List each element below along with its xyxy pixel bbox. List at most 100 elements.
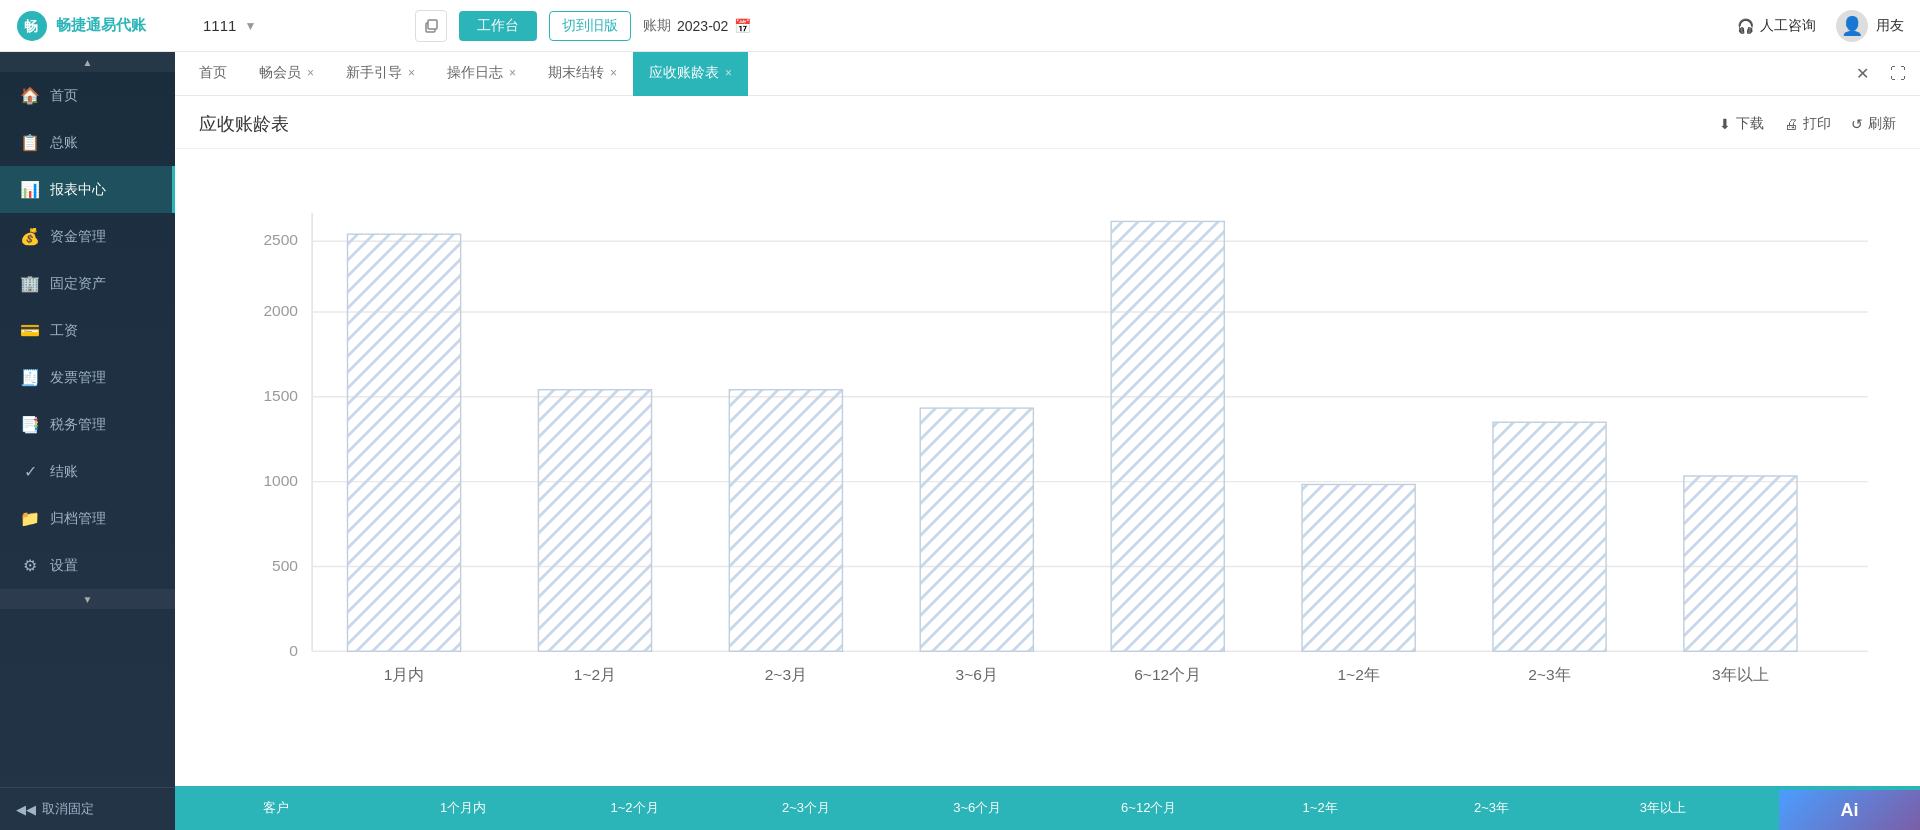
svg-rect-27 [1111, 221, 1224, 651]
sidebar-item-funds[interactable]: 💰 资金管理 [0, 213, 175, 260]
svg-text:1000: 1000 [263, 472, 298, 489]
table-header: 客户 1个月内 1~2个月 2~3个月 3~6个月 6~12个月 1~2年 2~… [175, 786, 1920, 830]
period-label: 账期 [643, 17, 671, 35]
sidebar-label-settings: 设置 [50, 557, 78, 575]
svg-text:0: 0 [289, 642, 298, 659]
sidebar-label-checkout: 结账 [50, 463, 78, 481]
company-selector[interactable]: 1111 ▼ [203, 17, 403, 34]
svg-rect-25 [920, 408, 1033, 651]
download-button[interactable]: ⬇ 下载 [1719, 115, 1764, 133]
refresh-icon: ↺ [1851, 116, 1863, 132]
consult-button[interactable]: 🎧 人工咨询 [1737, 17, 1816, 35]
svg-rect-29 [1302, 484, 1415, 651]
sidebar-item-invoice[interactable]: 🧾 发票管理 [0, 354, 175, 401]
sidebar-label-home: 首页 [50, 87, 78, 105]
tab-aging-close[interactable]: × [725, 66, 732, 80]
tab-vip-label: 畅会员 [259, 64, 301, 82]
sidebar-label-ledger: 总账 [50, 134, 78, 152]
tab-guide[interactable]: 新手引导 × [330, 52, 431, 96]
reports-icon: 📊 [20, 180, 40, 199]
tab-vip[interactable]: 畅会员 × [243, 52, 330, 96]
tax-icon: 📑 [20, 415, 40, 434]
logo-icon: 畅 [16, 10, 48, 42]
tabs-actions: ✕ ⛶ [1848, 60, 1912, 88]
tab-home-label: 首页 [199, 64, 227, 82]
expand-tab-button[interactable]: ⛶ [1884, 60, 1912, 88]
calendar-icon[interactable]: 📅 [734, 18, 751, 34]
svg-text:2000: 2000 [263, 302, 298, 319]
settings-icon: ⚙ [20, 556, 40, 575]
top-header: 畅 畅捷通易代账 1111 ▼ 工作台 切到旧版 账期 2023-02 📅 🎧 … [0, 0, 1920, 52]
workbench-button[interactable]: 工作台 [459, 11, 537, 41]
svg-rect-31 [1493, 422, 1606, 651]
svg-text:2~3年: 2~3年 [1528, 666, 1570, 683]
tab-log[interactable]: 操作日志 × [431, 52, 532, 96]
sidebar-item-ledger[interactable]: 📋 总账 [0, 119, 175, 166]
chart-area: 0 500 1000 1500 2000 2500 [175, 149, 1920, 786]
bar-chart: 0 500 1000 1500 2000 2500 [199, 165, 1896, 770]
user-area[interactable]: 👤 用友 [1836, 10, 1904, 42]
copy-button[interactable] [415, 10, 447, 42]
print-icon: 🖨 [1784, 116, 1798, 132]
page-content: 应收账龄表 ⬇ 下载 🖨 打印 ↺ 刷新 [175, 96, 1920, 830]
page-title: 应收账龄表 [199, 112, 289, 136]
sidebar-scroll-up[interactable]: ▲ [0, 52, 175, 72]
sidebar-item-salary[interactable]: 💳 工资 [0, 307, 175, 354]
svg-text:2500: 2500 [263, 231, 298, 248]
toolbar-actions: ⬇ 下载 🖨 打印 ↺ 刷新 [1719, 115, 1896, 133]
tab-aging[interactable]: 应收账龄表 × [633, 52, 748, 96]
user-name: 用友 [1876, 17, 1904, 35]
table-col-3y-plus: 3年以上 [1577, 799, 1748, 817]
download-icon: ⬇ [1719, 116, 1731, 132]
sidebar-scroll-down[interactable]: ▼ [0, 589, 175, 609]
sidebar-item-assets[interactable]: 🏢 固定资产 [0, 260, 175, 307]
svg-text:1月内: 1月内 [384, 666, 425, 683]
sidebar-label-assets: 固定资产 [50, 275, 106, 293]
tab-period-end-label: 期末结转 [548, 64, 604, 82]
tab-aging-label: 应收账龄表 [649, 64, 719, 82]
header-right: 🎧 人工咨询 👤 用友 [1737, 10, 1904, 42]
ai-label: Ai [1841, 800, 1859, 821]
sidebar-item-archive[interactable]: 📁 归档管理 [0, 495, 175, 542]
switch-version-button[interactable]: 切到旧版 [549, 11, 631, 41]
svg-text:6~12个月: 6~12个月 [1134, 666, 1201, 683]
tab-vip-close[interactable]: × [307, 66, 314, 80]
close-tab-button[interactable]: ✕ [1848, 60, 1876, 88]
table-col-6-12m: 6~12个月 [1063, 799, 1234, 817]
period-area: 账期 2023-02 📅 [643, 17, 751, 35]
checkout-icon: ✓ [20, 462, 40, 481]
sidebar-label-salary: 工资 [50, 322, 78, 340]
table-col-1m: 1个月内 [377, 799, 548, 817]
svg-text:3年以上: 3年以上 [1712, 666, 1769, 683]
logo-text: 畅捷通易代账 [56, 16, 146, 35]
avatar: 👤 [1836, 10, 1868, 42]
content-area: 首页 畅会员 × 新手引导 × 操作日志 × 期末结转 × 应收账龄表 × [175, 52, 1920, 830]
tab-period-end-close[interactable]: × [610, 66, 617, 80]
cancel-fixed-button[interactable]: ◀◀ 取消固定 [0, 787, 175, 830]
chevron-down-icon: ▼ [244, 19, 256, 33]
download-label: 下载 [1736, 115, 1764, 133]
page-toolbar: 应收账龄表 ⬇ 下载 🖨 打印 ↺ 刷新 [175, 96, 1920, 149]
svg-rect-3 [428, 20, 437, 29]
print-button[interactable]: 🖨 打印 [1784, 115, 1831, 133]
tab-log-close[interactable]: × [509, 66, 516, 80]
tab-guide-close[interactable]: × [408, 66, 415, 80]
sidebar-item-checkout[interactable]: ✓ 结账 [0, 448, 175, 495]
main-layout: ▲ 🏠 首页 📋 总账 📊 报表中心 💰 资金管理 🏢 固定资产 💳 工资 🧾 … [0, 52, 1920, 830]
sidebar-item-reports[interactable]: 📊 报表中心 [0, 166, 175, 213]
tab-home[interactable]: 首页 [183, 52, 243, 96]
svg-text:3~6月: 3~6月 [956, 666, 998, 683]
tab-period-end[interactable]: 期末结转 × [532, 52, 633, 96]
pin-icon: ◀◀ [16, 802, 36, 817]
ai-badge[interactable]: Ai [1779, 790, 1920, 830]
consult-label: 人工咨询 [1760, 17, 1816, 35]
refresh-button[interactable]: ↺ 刷新 [1851, 115, 1896, 133]
sidebar-label-reports: 报表中心 [50, 181, 106, 199]
svg-rect-33 [1684, 476, 1797, 651]
sidebar-item-settings[interactable]: ⚙ 设置 [0, 542, 175, 589]
print-label: 打印 [1803, 115, 1831, 133]
table-col-1-2y: 1~2年 [1234, 799, 1405, 817]
table-col-3-6m: 3~6个月 [892, 799, 1063, 817]
sidebar-item-tax[interactable]: 📑 税务管理 [0, 401, 175, 448]
sidebar-item-home[interactable]: 🏠 首页 [0, 72, 175, 119]
